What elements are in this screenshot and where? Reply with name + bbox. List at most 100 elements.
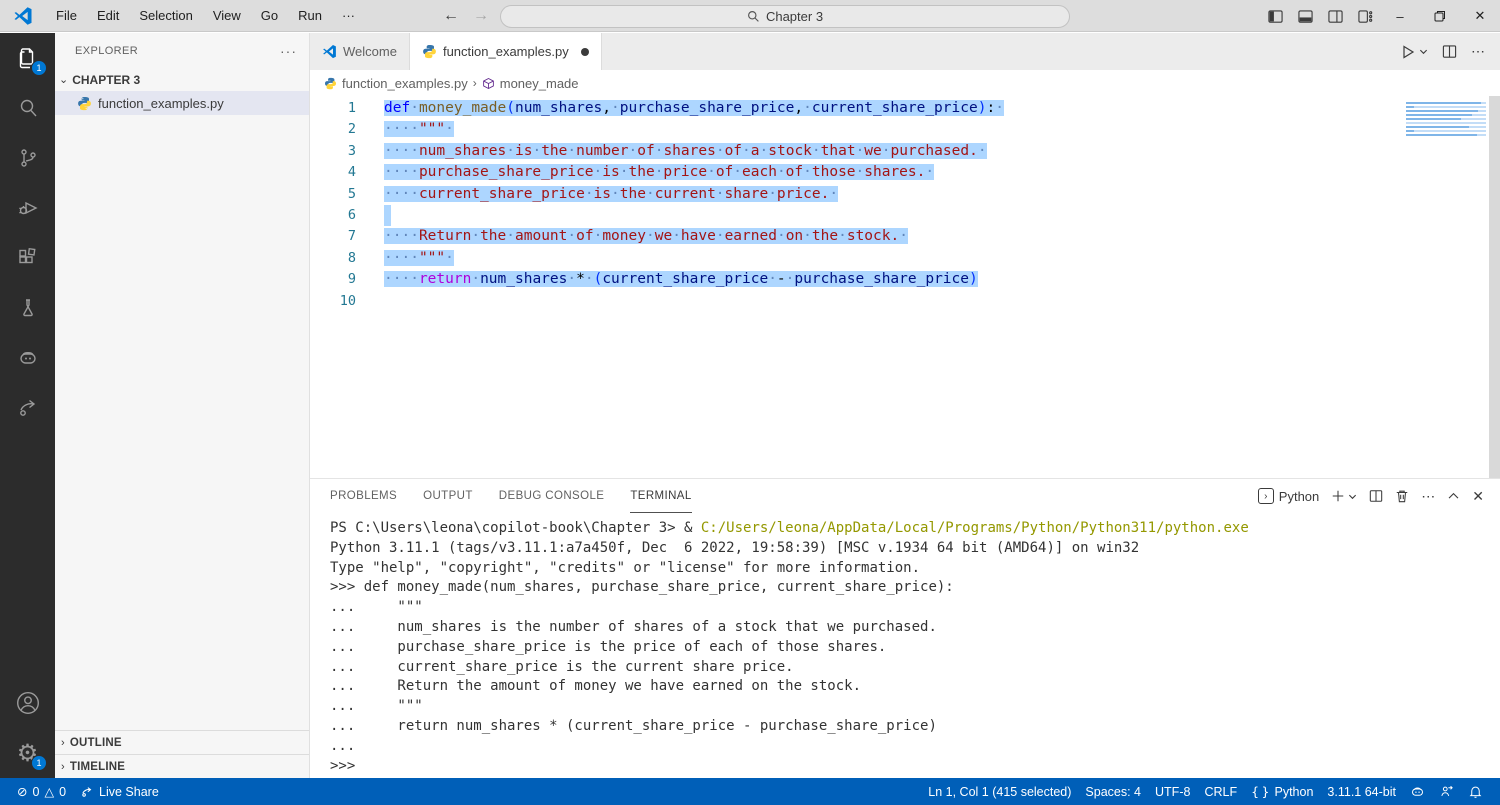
- close-window-icon[interactable]: ✕: [1460, 0, 1500, 32]
- account-icon[interactable]: [0, 678, 55, 728]
- explorer-badge: 1: [31, 60, 47, 76]
- minimap[interactable]: [1406, 102, 1486, 142]
- toggle-sidebar-icon[interactable]: [1260, 0, 1290, 32]
- restore-icon[interactable]: [1420, 0, 1460, 32]
- menu-view[interactable]: View: [203, 4, 251, 28]
- run-python-file-icon[interactable]: [1400, 44, 1428, 60]
- titlebar: File Edit Selection View Go Run ··· ← → …: [0, 0, 1500, 32]
- tab-welcome-label: Welcome: [343, 44, 397, 59]
- code-line: 5 ····current_share_price·is·the·current·…: [310, 184, 1500, 205]
- eol-sequence[interactable]: CRLF: [1197, 778, 1244, 805]
- settings-gear-icon[interactable]: ⚙ 1: [0, 728, 55, 778]
- new-terminal-icon[interactable]: [1331, 489, 1357, 503]
- breadcrumb-symbol[interactable]: money_made: [500, 76, 579, 91]
- terminal-line: ... Return the amount of money we have e…: [330, 678, 862, 695]
- menu-run[interactable]: Run: [288, 4, 332, 28]
- breadcrumb: function_examples.py › money_made: [310, 70, 1500, 96]
- code-line: 7 ····Return·the·amount·of·money·we·have·…: [310, 226, 1500, 247]
- language-mode[interactable]: { } Python: [1244, 778, 1320, 805]
- code-line: 9 ····return·num_shares·*·(current_share_…: [310, 269, 1500, 290]
- kill-terminal-icon[interactable]: [1395, 489, 1409, 503]
- indentation[interactable]: Spaces: 4: [1078, 778, 1148, 805]
- split-editor-icon[interactable]: [1442, 44, 1457, 59]
- editor-tabbar: Welcome function_examples.py ⋯: [310, 33, 1500, 70]
- tab-problems[interactable]: PROBLEMS: [330, 479, 397, 513]
- cursor-position[interactable]: Ln 1, Col 1 (415 selected): [921, 778, 1078, 805]
- panel-more-actions-icon[interactable]: ⋯: [1421, 488, 1435, 505]
- warning-count: 0: [59, 784, 67, 799]
- error-count: 0: [32, 784, 40, 799]
- tab-output[interactable]: OUTPUT: [423, 479, 473, 513]
- customize-layout-icon[interactable]: [1350, 0, 1380, 32]
- problems-status[interactable]: ⊘ 0 △ 0: [10, 778, 73, 805]
- menu-go[interactable]: Go: [251, 4, 288, 28]
- minimize-icon[interactable]: –: [1380, 0, 1420, 32]
- terminal-output[interactable]: PS C:\Users\leona\copilot-book\Chapter 3…: [310, 513, 1500, 778]
- menu-selection[interactable]: Selection: [129, 4, 202, 28]
- toggle-panel-icon[interactable]: [1290, 0, 1320, 32]
- line-number: 8: [347, 249, 356, 266]
- run-debug-icon[interactable]: [0, 183, 55, 233]
- maximize-panel-icon[interactable]: [1447, 490, 1460, 503]
- line-number: 3: [347, 142, 356, 159]
- breadcrumb-file[interactable]: function_examples.py: [342, 76, 468, 91]
- nav-forward-icon[interactable]: →: [473, 7, 489, 25]
- close-panel-icon[interactable]: ✕: [1472, 488, 1484, 505]
- terminal-line: Type "help", "copyright", "credits" or "…: [330, 559, 921, 576]
- outline-section[interactable]: › OUTLINE: [55, 730, 309, 754]
- menu-more[interactable]: ···: [332, 4, 365, 28]
- split-terminal-icon[interactable]: [1369, 489, 1383, 503]
- file-label: function_examples.py: [98, 95, 224, 111]
- copilot-icon[interactable]: [0, 333, 55, 383]
- extensions-icon[interactable]: [0, 233, 55, 283]
- explorer-more-actions-icon[interactable]: ···: [280, 43, 297, 59]
- braces-icon: { }: [1251, 784, 1270, 799]
- folder-label: CHAPTER 3: [72, 72, 141, 87]
- tab-function-examples[interactable]: function_examples.py: [409, 33, 602, 70]
- terminal-line: ... num_shares is the number of shares o…: [330, 618, 937, 635]
- feedback-icon[interactable]: [1432, 778, 1461, 805]
- search-sidebar-icon[interactable]: [0, 83, 55, 133]
- line-number: 9: [347, 271, 356, 288]
- source-control-icon[interactable]: [0, 133, 55, 183]
- line-number: 4: [347, 164, 356, 181]
- python-interpreter[interactable]: 3.11.1 64-bit: [1320, 778, 1403, 805]
- live-share-status[interactable]: Live Share: [73, 778, 166, 805]
- terminal-line: ... purchase_share_price is the price of…: [330, 638, 887, 655]
- unsaved-changes-dot[interactable]: [580, 47, 589, 56]
- toggle-secondary-sidebar-icon[interactable]: [1320, 0, 1350, 32]
- code-editor[interactable]: 1 def·money_made(num_shares,·purchase_sha…: [310, 96, 1500, 478]
- line-number: 7: [347, 228, 356, 245]
- copilot-status-icon[interactable]: [1403, 778, 1432, 805]
- command-center-search[interactable]: Chapter 3: [500, 5, 1070, 28]
- code-line: 3 ····num_shares·is·the·number·of·shares·…: [310, 141, 1500, 162]
- symbol-method-icon: [482, 77, 495, 90]
- tab-terminal[interactable]: TERMINAL: [630, 479, 692, 513]
- editor-more-actions-icon[interactable]: ⋯: [1471, 43, 1486, 60]
- timeline-section[interactable]: › TIMELINE: [55, 754, 309, 778]
- terminal-shell-selector[interactable]: › Python: [1257, 488, 1319, 504]
- terminal-line: ... """: [330, 599, 423, 616]
- notifications-bell-icon[interactable]: [1461, 778, 1490, 805]
- tab-debug-console[interactable]: DEBUG CONSOLE: [499, 479, 605, 513]
- code-line: 1 def·money_made(num_shares,·purchase_sha…: [310, 98, 1500, 119]
- menu-file[interactable]: File: [46, 4, 87, 28]
- menu-edit[interactable]: Edit: [87, 4, 129, 28]
- folder-chapter-3[interactable]: ⌄ CHAPTER 3: [55, 68, 309, 91]
- nav-back-icon[interactable]: ←: [443, 7, 459, 25]
- tab-welcome[interactable]: Welcome: [310, 33, 410, 70]
- line-number: 5: [347, 185, 356, 202]
- chevron-down-icon: ⌄: [59, 74, 69, 86]
- terminal-line: >>> def money_made(num_shares, purchase_…: [330, 579, 954, 596]
- tab-active-label: function_examples.py: [442, 44, 569, 59]
- explorer-icon[interactable]: 1: [0, 33, 55, 83]
- chevron-right-icon: ›: [61, 760, 65, 773]
- live-share-icon[interactable]: [0, 383, 55, 433]
- encoding[interactable]: UTF-8: [1148, 778, 1197, 805]
- file-function-examples[interactable]: function_examples.py: [55, 91, 309, 115]
- testing-icon[interactable]: [0, 283, 55, 333]
- live-share-label: Live Share: [99, 784, 159, 799]
- vscode-window: File Edit Selection View Go Run ··· ← → …: [0, 0, 1500, 805]
- timeline-label: TIMELINE: [69, 760, 126, 773]
- editor-scrollbar[interactable]: [1489, 96, 1500, 478]
